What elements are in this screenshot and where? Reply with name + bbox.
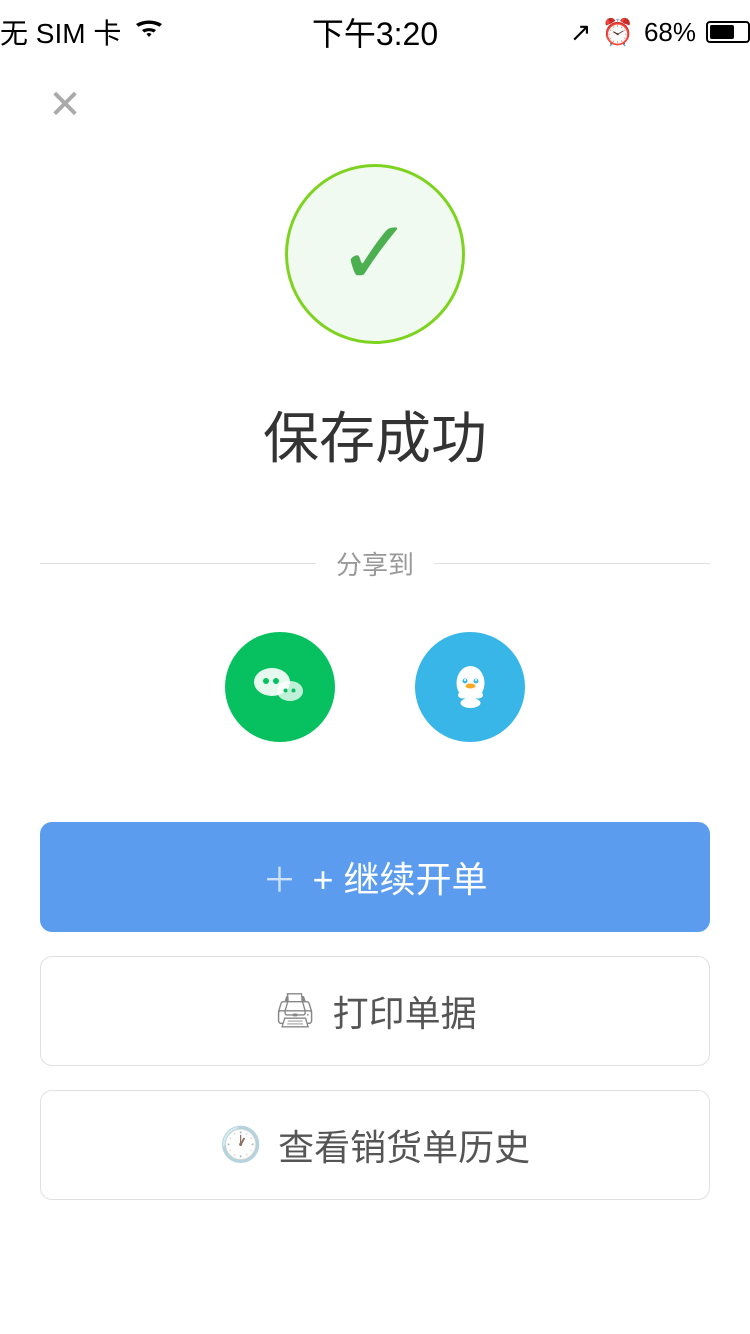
alarm-icon: ⏰ bbox=[602, 17, 634, 48]
carrier-text: 无 SIM 卡 bbox=[0, 12, 121, 52]
battery-icon bbox=[706, 21, 750, 43]
share-label: 分享到 bbox=[336, 545, 414, 582]
battery-fill bbox=[710, 25, 734, 39]
continue-label: + 继续开单 bbox=[312, 851, 487, 903]
wifi-icon bbox=[133, 16, 165, 48]
history-label: 查看销货单历史 bbox=[278, 1119, 530, 1171]
battery-block bbox=[706, 21, 750, 43]
history-button[interactable]: 🕐 查看销货单历史 bbox=[40, 1090, 710, 1200]
divider-line-left bbox=[40, 563, 316, 564]
battery-percent: 68% bbox=[644, 17, 696, 48]
success-circle: ✓ bbox=[285, 164, 465, 344]
share-divider-row: 分享到 bbox=[40, 545, 710, 582]
print-button[interactable]: 🖨 打印单据 bbox=[40, 956, 710, 1066]
qq-icon bbox=[438, 655, 503, 720]
status-bar: 无 SIM 卡 下午3:20 ↗ ⏰ 68% bbox=[0, 0, 750, 64]
status-left: 无 SIM 卡 bbox=[0, 12, 165, 52]
main-content: ✓ 保存成功 分享到 bbox=[0, 64, 750, 1334]
checkmark-icon: ✓ bbox=[337, 209, 412, 299]
share-wechat-button[interactable] bbox=[225, 632, 335, 742]
print-label: 打印单据 bbox=[333, 985, 477, 1037]
divider-line-right bbox=[434, 563, 710, 564]
continue-button[interactable]: ＋ + 继续开单 bbox=[40, 822, 710, 932]
share-qq-button[interactable] bbox=[415, 632, 525, 742]
success-title: 保存成功 bbox=[263, 394, 487, 475]
close-icon: ✕ bbox=[48, 85, 82, 125]
share-row bbox=[225, 632, 525, 742]
print-icon: 🖨 bbox=[273, 991, 316, 1031]
status-right: ↗ ⏰ 68% bbox=[570, 17, 750, 48]
continue-icon: ＋ bbox=[262, 853, 296, 902]
status-time: 下午3:20 bbox=[312, 9, 438, 55]
wechat-icon bbox=[248, 655, 313, 720]
close-button[interactable]: ✕ bbox=[40, 80, 90, 130]
history-icon: 🕐 bbox=[220, 1125, 262, 1165]
location-icon: ↗ bbox=[570, 17, 592, 48]
